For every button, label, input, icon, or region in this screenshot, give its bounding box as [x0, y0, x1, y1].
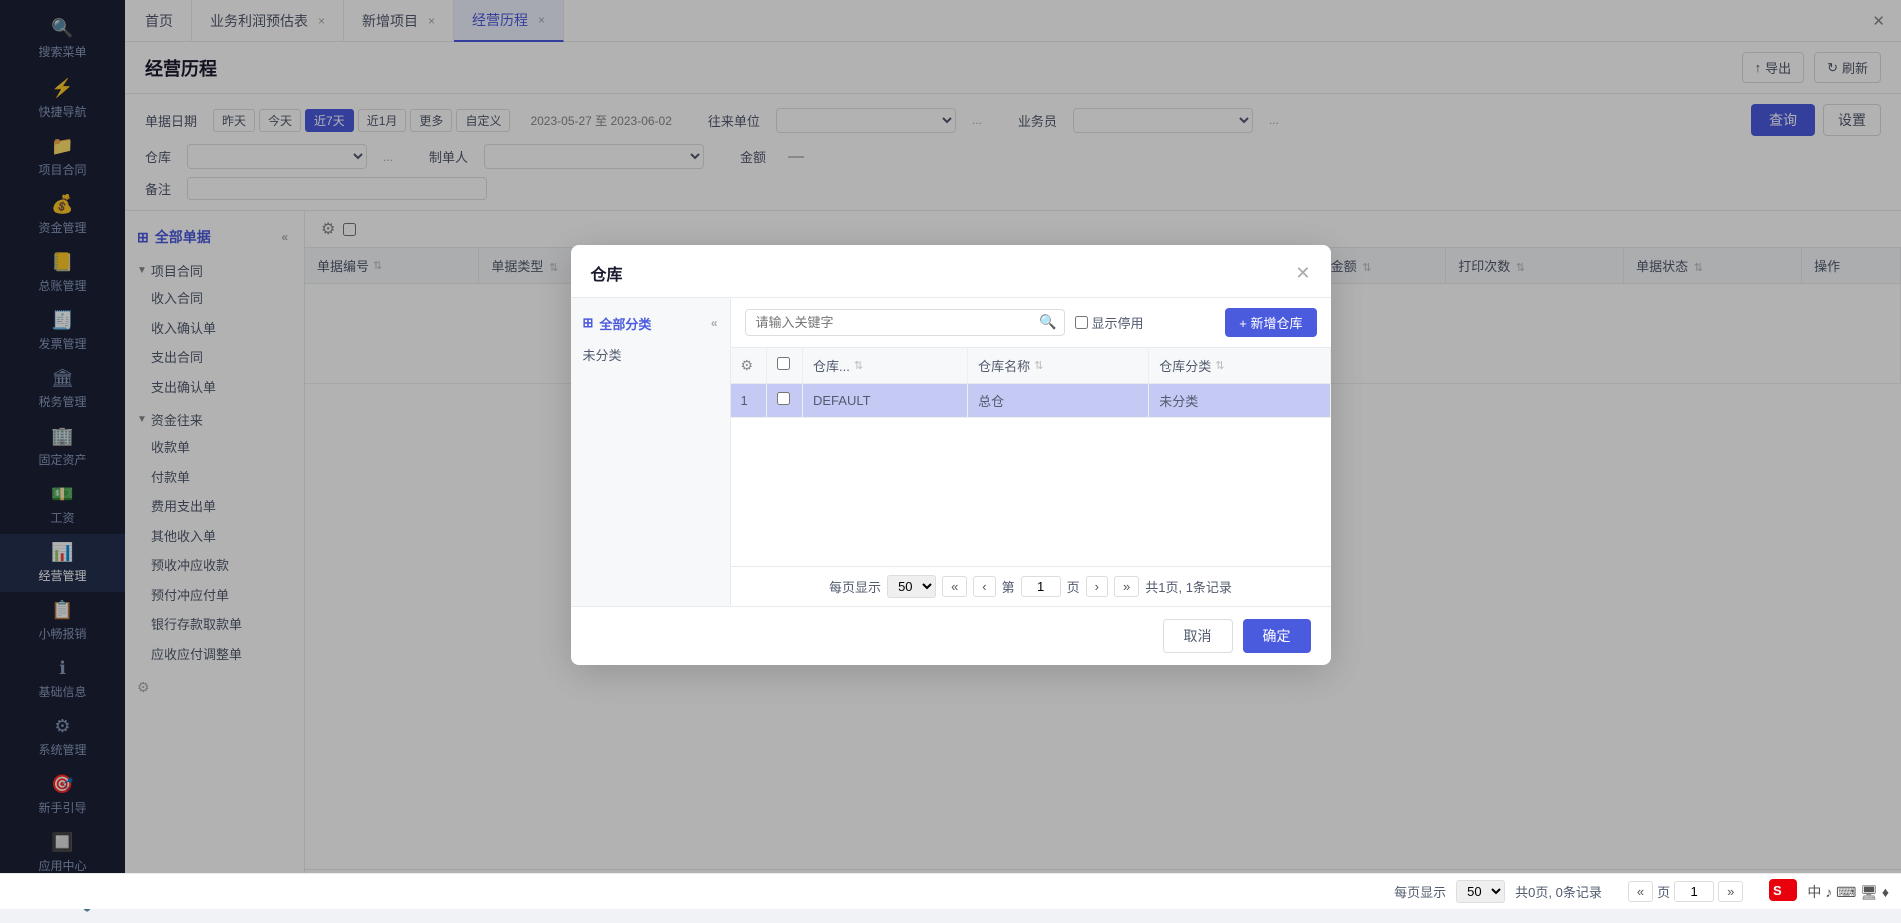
add-warehouse-button[interactable]: + 新增仓库	[1225, 308, 1316, 337]
dialog-page-num-label: 第	[1002, 577, 1015, 596]
dialog-pager: 每页显示 50 « ‹ 第 页 › » 共1页, 1条记录	[731, 566, 1331, 606]
taskbar-page-size-select[interactable]: 50	[1456, 880, 1505, 903]
pager-last-btn[interactable]: »	[1114, 576, 1139, 597]
row-select-checkbox[interactable]	[777, 392, 790, 405]
dialog-close-button[interactable]: ✕	[1295, 264, 1310, 282]
dialog-title: 仓库	[591, 261, 623, 285]
taskbar-page-nav: « 页 »	[1628, 881, 1743, 902]
dialog-left-panel: ⊞ 全部分类 « 未分类	[571, 298, 731, 606]
show-disabled-checkbox[interactable]	[1075, 316, 1088, 329]
row-name: 总仓	[968, 383, 1149, 417]
dialog-right-panel: 🔍 显示停用 + 新增仓库 ⚙	[731, 298, 1331, 606]
row-code: DEFAULT	[803, 383, 968, 417]
dialog-search-icon: 🔍	[1039, 314, 1056, 331]
pager-next-btn[interactable]: ›	[1086, 576, 1108, 597]
warehouse-dialog: 仓库 ✕ ⊞ 全部分类 « 未分类 🔍	[571, 245, 1331, 665]
dialog-total: 共1页, 1条记录	[1145, 577, 1232, 596]
dialog-footer-actions: 取消 确定	[571, 606, 1331, 665]
col-warehouse-name: 仓库名称 ⇅	[968, 348, 1149, 384]
dialog-page-size-select[interactable]: 50	[887, 575, 936, 598]
taskbar-brand-icon: S	[1769, 879, 1797, 904]
taskbar-page-info: 共0页, 0条记录	[1515, 882, 1602, 901]
show-disabled-label[interactable]: 显示停用	[1075, 313, 1144, 332]
col-warehouse-code: 仓库... ⇅	[803, 348, 968, 384]
svg-text:S: S	[1773, 883, 1782, 898]
row-checkbox[interactable]	[767, 383, 803, 417]
dialog-table: ⚙ 仓库... ⇅ 仓库名称 ⇅	[731, 348, 1331, 418]
dialog-left-header[interactable]: ⊞ 全部分类 «	[571, 308, 730, 339]
taskbar: 每页显示 50 共0页, 0条记录 « 页 » S 中 ♪ ⌨ 🖥 ♦	[0, 873, 1901, 909]
dialog-body: ⊞ 全部分类 « 未分类 🔍 显示停用	[571, 298, 1331, 606]
dialog-header: 仓库 ✕	[571, 245, 1331, 298]
pager-first-btn[interactable]: «	[942, 576, 967, 597]
table-row[interactable]: 1 DEFAULT 总仓 未分类	[731, 383, 1331, 417]
grid-icon-dialog: ⊞	[583, 315, 594, 331]
dialog-left-uncategorized[interactable]: 未分类	[571, 339, 730, 370]
taskbar-page-label: 页	[1657, 882, 1670, 901]
dialog-toolbar: 🔍 显示停用 + 新增仓库	[731, 298, 1331, 348]
dialog-page-size-label: 每页显示	[829, 577, 881, 596]
row-category: 未分类	[1149, 383, 1330, 417]
taskbar-extra-icons: 中 ♪ ⌨ 🖥 ♦	[1807, 882, 1889, 902]
dialog-search-input[interactable]	[745, 309, 1065, 336]
taskbar-page-size-label: 每页显示	[1394, 882, 1446, 901]
taskbar-next-btn[interactable]: »	[1718, 881, 1743, 902]
col-settings: ⚙	[731, 348, 767, 384]
taskbar-page-input[interactable]	[1674, 881, 1714, 902]
dialog-page-unit: 页	[1067, 577, 1080, 596]
col-warehouse-category: 仓库分类 ⇅	[1149, 348, 1330, 384]
dialog-page-input[interactable]	[1021, 576, 1061, 597]
dialog-search-wrap: 🔍	[745, 309, 1065, 336]
dialog-select-all[interactable]	[777, 357, 790, 370]
dialog-left-collapse[interactable]: «	[711, 316, 718, 330]
confirm-button[interactable]: 确定	[1243, 619, 1311, 653]
taskbar-first-btn[interactable]: «	[1628, 881, 1653, 902]
cancel-button[interactable]: 取消	[1163, 619, 1233, 653]
dialog-left-title: 全部分类	[599, 314, 651, 333]
col-checkbox-header	[767, 348, 803, 384]
dialog-table-wrap: ⚙ 仓库... ⇅ 仓库名称 ⇅	[731, 348, 1331, 566]
pager-prev-btn[interactable]: ‹	[973, 576, 995, 597]
modal-overlay: 仓库 ✕ ⊞ 全部分类 « 未分类 🔍	[0, 0, 1901, 909]
row-settings: 1	[731, 383, 767, 417]
